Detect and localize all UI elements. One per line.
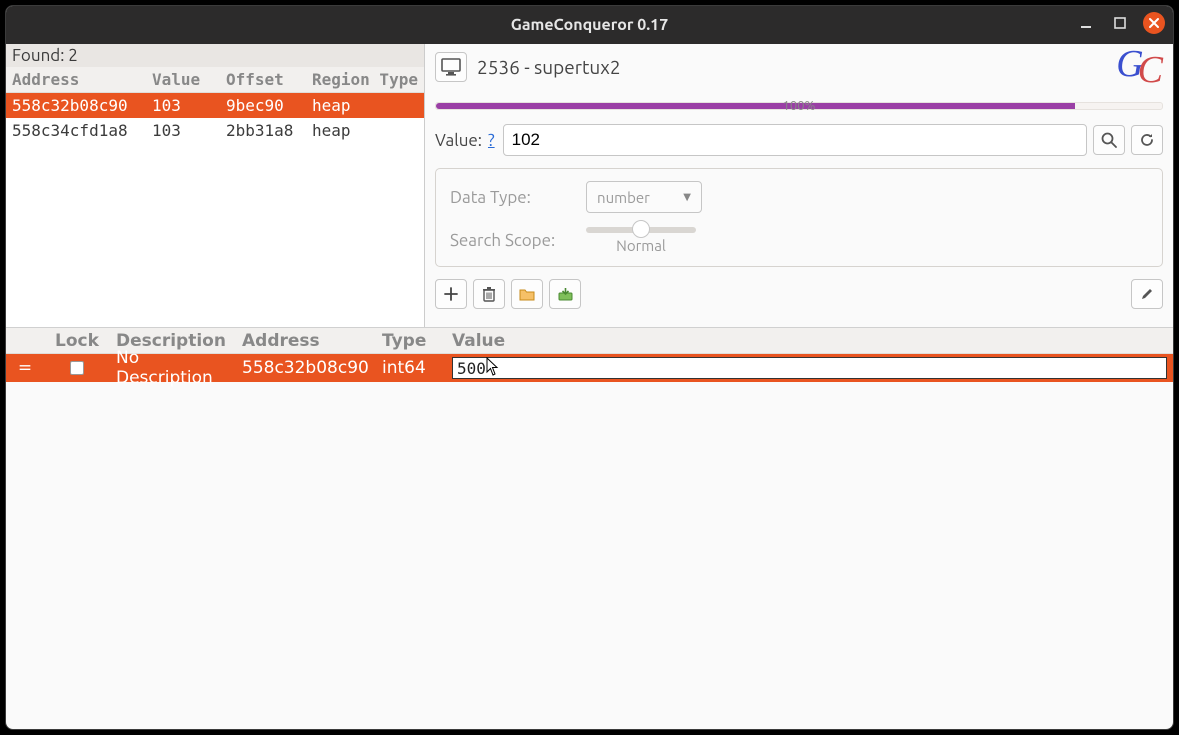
col-type[interactable]: Type xyxy=(376,329,446,353)
add-button[interactable] xyxy=(435,279,467,309)
minimize-button[interactable] xyxy=(1075,12,1097,34)
save-icon xyxy=(558,287,573,301)
cheat-desc[interactable]: No Description xyxy=(110,346,236,390)
open-button[interactable] xyxy=(511,279,543,309)
value-input[interactable] xyxy=(503,124,1087,156)
progress-percent: 100% xyxy=(783,99,816,113)
titlebar: GameConqueror 0.17 xyxy=(6,6,1173,44)
cheat-row[interactable]: = No Description 558c32b08c90 int64 xyxy=(6,354,1173,382)
col-addr[interactable]: Address xyxy=(236,329,376,353)
progress-bar: 100% xyxy=(435,102,1163,110)
search-options-panel: Data Type: number ▼ Search Scope: Normal xyxy=(435,168,1163,267)
monitor-icon xyxy=(441,58,461,76)
scope-value: Normal xyxy=(616,237,666,254)
col-lock[interactable]: Lock xyxy=(44,329,110,353)
cheat-toolbar xyxy=(435,279,1163,309)
cheat-addr[interactable]: 558c32b08c90 xyxy=(236,356,376,380)
col-value[interactable]: Value xyxy=(146,67,220,92)
lock-checkbox[interactable] xyxy=(70,361,84,375)
scope-label: Search Scope: xyxy=(450,231,560,250)
results-header[interactable]: Address Value Offset Region Type xyxy=(6,67,424,93)
col-region[interactable]: Region Type xyxy=(306,67,424,92)
app-logo: GC xyxy=(1116,50,1163,79)
col-offset[interactable]: Offset xyxy=(220,67,306,92)
col-value[interactable]: Value xyxy=(446,329,1173,353)
app-window: GameConqueror 0.17 Found: 2 Address Valu… xyxy=(5,5,1174,730)
process-label: 2536 - supertux2 xyxy=(477,56,621,78)
value-label: Value: xyxy=(435,131,482,150)
save-button[interactable] xyxy=(549,279,581,309)
cheat-value-input[interactable] xyxy=(452,357,1167,379)
results-row[interactable]: 558c34cfd1a8 103 2bb31a8 heap xyxy=(6,118,424,143)
cheat-type[interactable]: int64 xyxy=(376,356,446,380)
results-row[interactable]: 558c32b08c90 103 9bec90 heap xyxy=(6,93,424,118)
cheat-table: Lock Description Address Type Value = No… xyxy=(6,328,1173,382)
maximize-button[interactable] xyxy=(1109,12,1131,34)
edit-button[interactable] xyxy=(1131,279,1163,309)
scope-slider[interactable] xyxy=(586,227,696,233)
col-address[interactable]: Address xyxy=(6,67,146,92)
pencil-icon xyxy=(1140,287,1154,301)
refresh-icon xyxy=(1139,132,1155,148)
results-pane: Found: 2 Address Value Offset Region Typ… xyxy=(6,44,425,327)
value-help-link[interactable]: ? xyxy=(488,131,495,150)
datatype-select[interactable]: number ▼ xyxy=(586,181,702,213)
datatype-label: Data Type: xyxy=(450,188,560,207)
folder-open-icon xyxy=(519,287,535,301)
search-button[interactable] xyxy=(1093,125,1125,155)
chevron-down-icon: ▼ xyxy=(683,191,691,203)
plus-icon xyxy=(444,287,458,301)
close-button[interactable] xyxy=(1143,12,1165,34)
trash-icon xyxy=(482,287,496,302)
controls-pane: GC 2536 - supertux2 100% Value: ? xyxy=(425,44,1173,327)
search-icon xyxy=(1101,132,1117,148)
reset-button[interactable] xyxy=(1131,125,1163,155)
delete-button[interactable] xyxy=(473,279,505,309)
found-count: Found: 2 xyxy=(6,44,424,67)
select-process-button[interactable] xyxy=(435,52,467,82)
window-title: GameConqueror 0.17 xyxy=(511,16,668,34)
